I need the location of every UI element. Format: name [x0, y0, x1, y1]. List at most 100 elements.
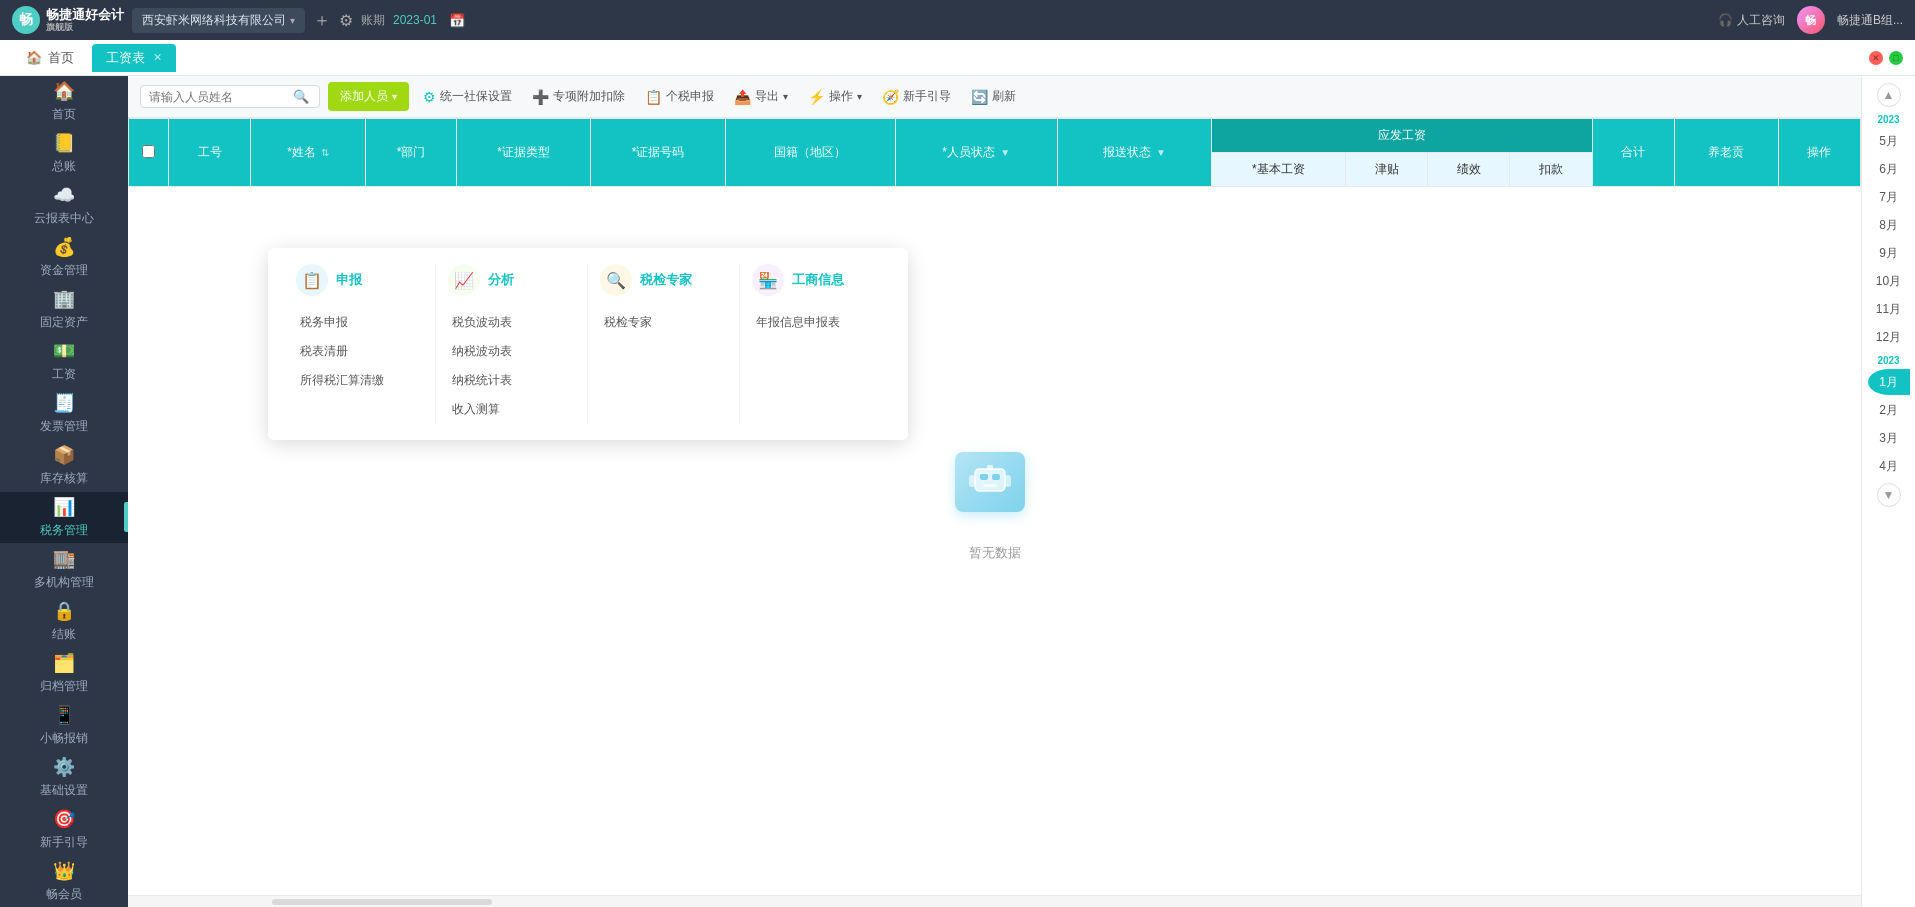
sidebar-label-salary: 工资	[52, 366, 76, 383]
name-sort-icon[interactable]: ⇅	[321, 147, 329, 158]
sidebar-item-cloud-report[interactable]: ☁️ 云报表中心	[0, 180, 128, 232]
biz-info-cat-icon: 🏪	[752, 264, 784, 296]
sidebar: 🏠 首页 📒 总账 ☁️ 云报表中心 💰 资金管理 🏢 固定资产 💵 工资 🧾 …	[0, 76, 128, 907]
cal-month-4[interactable]: 4月	[1868, 453, 1910, 479]
cal-month-11[interactable]: 11月	[1868, 296, 1910, 322]
cal-month-6[interactable]: 6月	[1868, 156, 1910, 182]
sidebar-label-fund: 资金管理	[40, 262, 88, 279]
refresh-button[interactable]: 🔄 刷新	[965, 84, 1022, 109]
tax-declare-label: 个税申报	[666, 88, 714, 105]
scroll-thumb[interactable]	[272, 899, 492, 905]
company-selector[interactable]: 西安虾米网络科技有限公司 ▾	[132, 8, 305, 33]
sidebar-item-home[interactable]: 🏠 首页	[0, 76, 128, 128]
sidebar-item-archive[interactable]: 🗂️ 归档管理	[0, 647, 128, 699]
sidebar-item-salary[interactable]: 💵 工资	[0, 336, 128, 388]
tab-salary-label: 工资表	[106, 49, 145, 67]
empty-icon	[955, 452, 1035, 532]
dd-item-income-calc[interactable]: 收入测算	[448, 395, 575, 424]
sidebar-label-org: 多机构管理	[34, 574, 94, 591]
cal-year-label-prev: 2023	[1877, 114, 1899, 125]
select-all-checkbox[interactable]	[142, 145, 155, 158]
dropdown-menu: 📋 申报 税务申报 税表清册 所得税汇算清缴 📈 分析 税负波动表	[268, 248, 908, 440]
cal-month-3[interactable]: 3月	[1868, 425, 1910, 451]
horizontal-scrollbar[interactable]	[128, 895, 1861, 907]
window-maximize-button[interactable]: □	[1889, 51, 1903, 65]
operation-label: 操作	[829, 88, 853, 105]
settings-icon[interactable]: ⚙	[339, 11, 353, 30]
customer-service-button[interactable]: 🎧 人工咨询	[1718, 12, 1785, 29]
app-version: 旗舰版	[46, 22, 124, 33]
cal-year-2023-current: 2023 1月 2月 3月 4月	[1862, 351, 1915, 480]
sidebar-item-fund[interactable]: 💰 资金管理	[0, 232, 128, 284]
th-cert-type: *证据类型	[456, 119, 590, 187]
sidebar-item-invoice[interactable]: 🧾 发票管理	[0, 388, 128, 440]
calendar-icon[interactable]: 📅	[449, 13, 465, 28]
cal-month-12[interactable]: 12月	[1868, 324, 1910, 350]
tax-declare-button[interactable]: 📋 个税申报	[639, 84, 720, 109]
sidebar-item-multi-org[interactable]: 🏬 多机构管理	[0, 543, 128, 595]
analysis-cat-icon: 📈	[448, 264, 480, 296]
add-company-button[interactable]: ＋	[313, 8, 331, 32]
svg-rect-2	[992, 474, 1000, 480]
cal-month-10[interactable]: 10月	[1868, 268, 1910, 294]
tab-home[interactable]: 🏠 首页	[12, 44, 88, 72]
cal-year-2023-prev: 2023 5月 6月 7月 8月 9月 10月 11月 12月	[1862, 110, 1915, 351]
window-close-button[interactable]: ✕	[1869, 51, 1883, 65]
closing-icon: 🔒	[53, 600, 75, 622]
tab-salary[interactable]: 工资表 ✕	[92, 44, 176, 72]
cal-month-7[interactable]: 7月	[1868, 184, 1910, 210]
dd-item-tax-burden[interactable]: 税负波动表	[448, 308, 575, 337]
sidebar-item-fixed-asset[interactable]: 🏢 固定资产	[0, 284, 128, 336]
th-emp-id: 工号	[169, 119, 251, 187]
sidebar-item-vip[interactable]: 👑 畅会员	[0, 855, 128, 907]
report-filter-icon[interactable]: ▼	[1156, 147, 1166, 158]
cal-month-8[interactable]: 8月	[1868, 212, 1910, 238]
empty-illustration	[955, 452, 1025, 512]
dd-item-income-tax[interactable]: 所得税汇算清缴	[296, 366, 423, 395]
dd-category-biz-info: 🏪 工商信息	[752, 264, 880, 296]
sidebar-item-ledger[interactable]: 📒 总账	[0, 128, 128, 180]
operation-icon: ⚡	[808, 89, 825, 105]
dd-item-tax-stat[interactable]: 纳税统计表	[448, 366, 575, 395]
top-bar: 畅 畅捷通好会计 旗舰版 西安虾米网络科技有限公司 ▾ ＋ ⚙ 账期 2023-…	[0, 0, 1915, 40]
sidebar-label-invoice: 发票管理	[40, 418, 88, 435]
th-checkbox[interactable]	[129, 119, 169, 187]
dd-col-analysis: 📈 分析 税负波动表 纳税波动表 纳税统计表 收入测算	[436, 264, 588, 424]
dd-item-tax-declare[interactable]: 税务申报	[296, 308, 423, 337]
cal-up-button[interactable]: ▲	[1877, 83, 1901, 107]
dd-item-annual-report[interactable]: 年报信息申报表	[752, 308, 880, 337]
social-setting-button[interactable]: ⚙ 统一社保设置	[417, 84, 518, 109]
cal-month-2[interactable]: 2月	[1868, 397, 1910, 423]
sidebar-label-xiaochang: 小畅报销	[40, 730, 88, 747]
user-name[interactable]: 畅捷通B组...	[1837, 12, 1903, 29]
export-button[interactable]: 📤 导出 ▾	[728, 84, 794, 109]
tax-expert-cat-icon: 🔍	[600, 264, 632, 296]
sidebar-item-settings[interactable]: ⚙️ 基础设置	[0, 751, 128, 803]
dd-col-declare: 📋 申报 税务申报 税表清册 所得税汇算清缴	[284, 264, 436, 424]
cal-down-button[interactable]: ▼	[1877, 483, 1901, 507]
sidebar-item-guide[interactable]: 🎯 新手引导	[0, 803, 128, 855]
sidebar-label-archive: 归档管理	[40, 678, 88, 695]
tab-close-icon[interactable]: ✕	[153, 51, 162, 64]
sidebar-item-closing[interactable]: 🔒 结账	[0, 595, 128, 647]
cal-month-1[interactable]: 1月	[1868, 369, 1910, 395]
home-icon: 🏠	[26, 50, 42, 65]
th-pension: 养老贡	[1674, 119, 1778, 187]
guide-button[interactable]: 🧭 新手引导	[876, 84, 957, 109]
special-deduct-button[interactable]: ➕ 专项附加扣除	[526, 84, 631, 109]
svg-rect-4	[987, 465, 993, 470]
search-input[interactable]	[149, 90, 289, 104]
sidebar-item-xiaochang[interactable]: 📱 小畅报销	[0, 699, 128, 751]
sidebar-item-tax[interactable]: 📊 税务管理	[0, 492, 128, 544]
dd-item-tax-expert[interactable]: 税检专家	[600, 308, 727, 337]
sidebar-item-inventory[interactable]: 📦 库存核算	[0, 440, 128, 492]
cal-month-5[interactable]: 5月	[1868, 128, 1910, 154]
dd-item-tax-table[interactable]: 税表清册	[296, 337, 423, 366]
dd-item-tax-wave[interactable]: 纳税波动表	[448, 337, 575, 366]
status-filter-icon[interactable]: ▼	[1000, 147, 1010, 158]
cal-month-9[interactable]: 9月	[1868, 240, 1910, 266]
vip-icon: 👑	[53, 860, 75, 882]
add-person-button[interactable]: 添加人员 ▾	[328, 82, 409, 111]
operation-button[interactable]: ⚡ 操作 ▾	[802, 84, 868, 109]
invoice-icon: 🧾	[53, 392, 75, 414]
